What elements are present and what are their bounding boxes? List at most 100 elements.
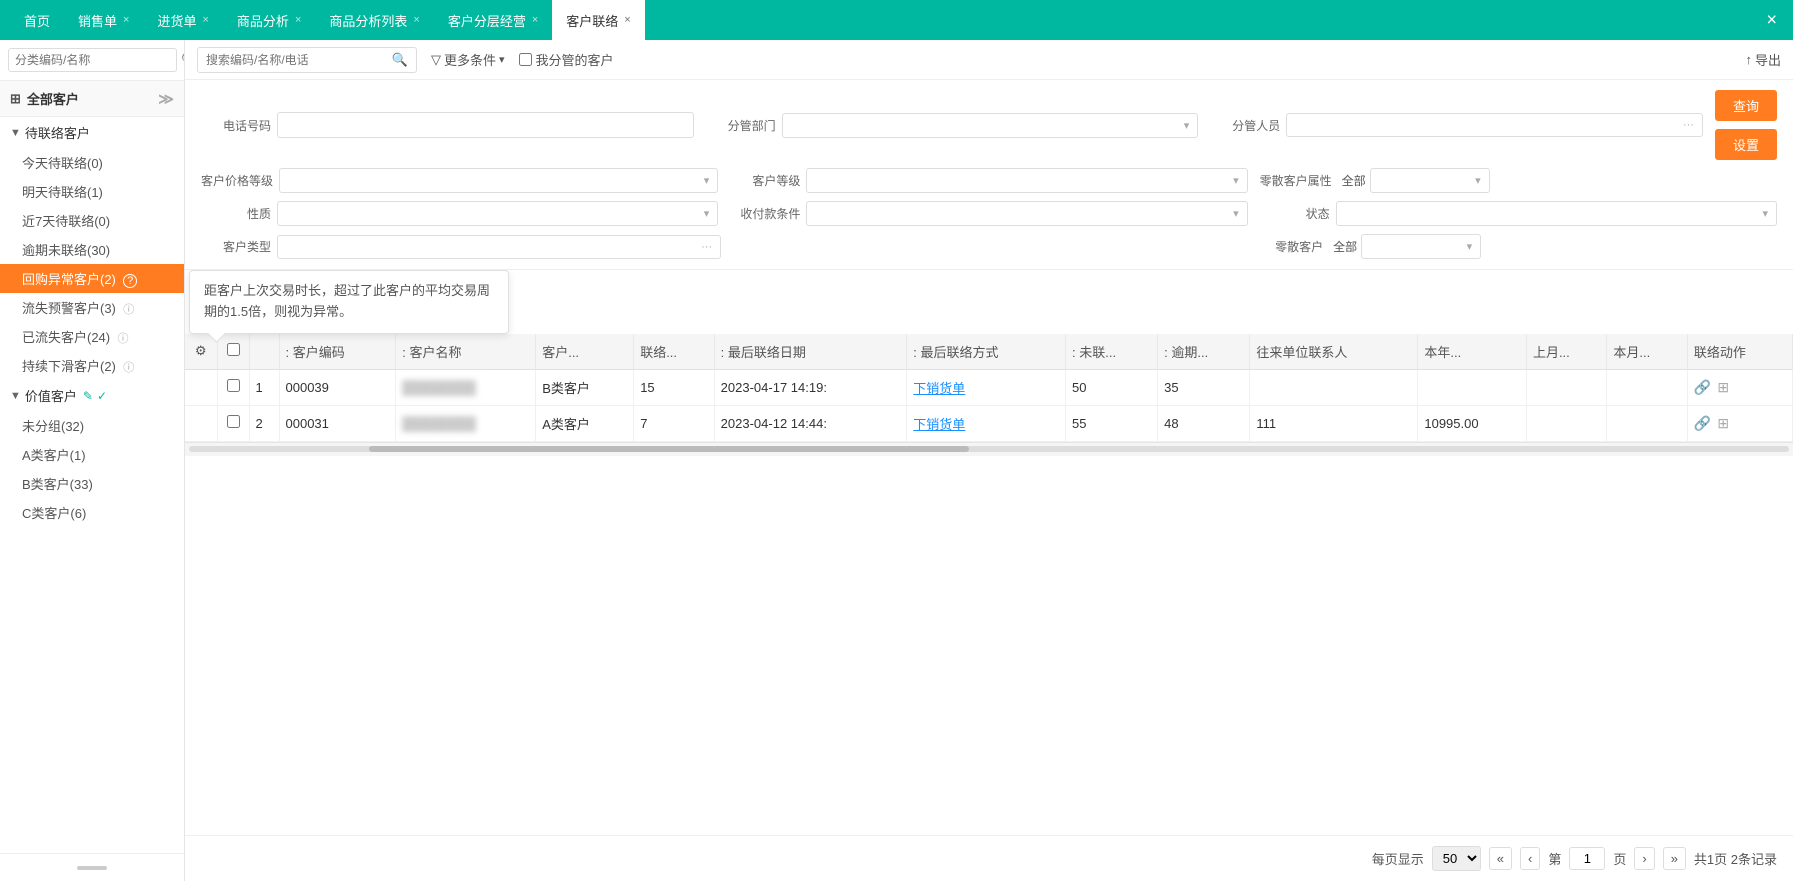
col-type[interactable]: 客户... <box>536 334 634 370</box>
select-all-checkbox[interactable] <box>227 343 240 356</box>
nav-sales[interactable]: 销售单 × <box>64 0 143 40</box>
nav-purchase[interactable]: 进货单 × <box>143 0 222 40</box>
value-group-edit-icon[interactable]: ✎ <box>83 389 93 403</box>
row1-last-method[interactable]: 下销货单 <box>907 369 1066 405</box>
resize-bar <box>77 866 107 870</box>
row2-index: 2 <box>249 405 279 441</box>
last-page-btn[interactable]: » <box>1663 847 1686 870</box>
close-window-icon[interactable]: × <box>1766 10 1777 31</box>
nav-customer-contact-close[interactable]: × <box>624 14 630 26</box>
next-page-btn[interactable]: › <box>1634 847 1654 870</box>
sidebar-item-ungroup[interactable]: 未分组(32) <box>0 411 184 440</box>
nav-product-analysis[interactable]: 商品分析 × <box>223 0 315 40</box>
sidebar-item-b-class[interactable]: B类客户(33) <box>0 469 184 498</box>
retail-customer-field: 零散客户 全部 ▾ <box>1253 234 1773 259</box>
gender-label: 性质 <box>201 205 271 222</box>
sidebar-search-input[interactable] <box>8 48 177 72</box>
row1-checkbox[interactable] <box>217 369 249 405</box>
retail-attr-select[interactable]: ▾ <box>1370 168 1490 193</box>
retail-attr-arrow: ▾ <box>1475 174 1481 187</box>
pagination: 每页显示 50 « ‹ 第 页 › » 共1页 2条记录 <box>185 835 1793 881</box>
manager-select[interactable]: ··· <box>1286 113 1703 137</box>
customer-type-select[interactable]: ··· <box>277 235 721 259</box>
page-input[interactable] <box>1569 847 1605 870</box>
scroll-thumb[interactable] <box>369 446 969 452</box>
nav-product-list-close[interactable]: × <box>413 14 419 26</box>
row2-grid-icon[interactable]: ⊞ <box>1717 415 1729 432</box>
nav-home[interactable]: 首页 <box>10 0 64 40</box>
toolbar-search-input[interactable] <box>206 53 392 67</box>
export-button[interactable]: ↑ 导出 <box>1745 50 1781 69</box>
nav-purchase-close[interactable]: × <box>202 14 208 26</box>
price-level-field: 客户价格等级 ▾ <box>201 168 718 193</box>
table-wrapper: 距客户上次交易时长，超过了此客户的平均交易周期的1.5倍，则视为异常。 ⚙ : … <box>185 270 1793 835</box>
row2-unreplied: 55 <box>1065 405 1157 441</box>
my-customer-checkbox-area[interactable]: 我分管的客户 <box>519 50 614 69</box>
row1-grid-icon[interactable]: ⊞ <box>1717 379 1729 396</box>
col-this-year[interactable]: 本年... <box>1418 334 1527 370</box>
row2-checkbox[interactable] <box>217 405 249 441</box>
sidebar-item-a-class[interactable]: A类客户(1) <box>0 440 184 469</box>
col-last-date[interactable]: : 最后联络日期 <box>714 334 907 370</box>
nav-product-list[interactable]: 商品分析列表 × <box>315 0 433 40</box>
prev-page-btn[interactable]: ‹ <box>1520 847 1540 870</box>
toolbar: 🔍 ▽ 更多条件 ▾ 我分管的客户 ↑ 导出 <box>185 40 1793 80</box>
sidebar-search-area: 🔍 <box>0 40 184 81</box>
sidebar-item-lost[interactable]: 已流失客户(24) ⓘ <box>0 322 184 351</box>
value-group-check-icon[interactable]: ✓ <box>97 389 107 403</box>
pending-group-header[interactable]: ▼ 待联络客户 <box>0 117 184 148</box>
col-name[interactable]: : 客户名称 <box>396 334 536 370</box>
dept-select[interactable]: ▾ <box>782 113 1199 138</box>
sidebar-collapse-icon[interactable]: ≫ <box>158 90 174 108</box>
col-contact-person[interactable]: 往来单位联系人 <box>1250 334 1418 370</box>
settings-button[interactable]: 设置 <box>1715 129 1777 160</box>
tooltip-box: 距客户上次交易时长，超过了此客户的平均交易周期的1.5倍，则视为异常。 <box>189 270 509 334</box>
toolbar-search-icon[interactable]: 🔍 <box>392 52 408 68</box>
customer-level-select[interactable]: ▾ <box>806 168 1247 193</box>
sidebar-item-overdue[interactable]: 逾期未联络(30) <box>0 235 184 264</box>
value-group-header[interactable]: ▼ 价值客户 ✎ ✓ <box>0 380 184 411</box>
page-label: 第 <box>1548 849 1561 868</box>
query-button[interactable]: 查询 <box>1715 90 1777 121</box>
col-overdue[interactable]: : 逾期... <box>1158 334 1250 370</box>
payment-select[interactable]: ▾ <box>806 201 1247 226</box>
sidebar-item-lost-warning[interactable]: 流失预警客户(3) ⓘ <box>0 293 184 322</box>
price-level-arrow: ▾ <box>704 174 710 187</box>
toolbar-search-box: 🔍 <box>197 47 417 73</box>
filter-row-1: 电话号码 分管部门 ▾ 分管人员 ··· <box>201 90 1777 160</box>
more-filters-button[interactable]: ▽ 更多条件 ▾ <box>425 46 511 73</box>
gender-select[interactable]: ▾ <box>277 201 718 226</box>
sidebar-item-7days[interactable]: 近7天待联络(0) <box>0 206 184 235</box>
nav-product-analysis-close[interactable]: × <box>295 14 301 26</box>
nav-sales-close[interactable]: × <box>123 14 129 26</box>
row2-link-icon[interactable]: 🔗 <box>1694 415 1711 432</box>
price-level-select[interactable]: ▾ <box>279 168 718 193</box>
row1-link-icon[interactable]: 🔗 <box>1694 379 1711 396</box>
my-customer-checkbox[interactable] <box>519 53 532 66</box>
nav-customer-segment[interactable]: 客户分层经营 × <box>434 0 552 40</box>
phone-input[interactable] <box>277 112 694 138</box>
sidebar-item-tomorrow[interactable]: 明天待联络(1) <box>0 177 184 206</box>
retail-customer-arrow: ▾ <box>1467 240 1473 253</box>
col-last-month[interactable]: 上月... <box>1526 334 1606 370</box>
col-this-month[interactable]: 本月... <box>1607 334 1687 370</box>
col-last-method[interactable]: : 最后联络方式 <box>907 334 1066 370</box>
row1-action: 🔗 ⊞ <box>1687 369 1792 405</box>
first-page-btn[interactable]: « <box>1489 847 1512 870</box>
top-nav: 首页 销售单 × 进货单 × 商品分析 × 商品分析列表 × 客户分层经营 × … <box>0 0 1793 40</box>
retail-customer-select[interactable]: ▾ <box>1361 234 1481 259</box>
sidebar-item-declining[interactable]: 持续下滑客户(2) ⓘ <box>0 351 184 380</box>
sidebar-item-c-class[interactable]: C类客户(6) <box>0 498 184 527</box>
sidebar-item-today[interactable]: 今天待联络(0) <box>0 148 184 177</box>
per-page-select[interactable]: 50 <box>1432 846 1481 871</box>
sidebar-item-repurchase-anomaly[interactable]: 回购异常客户(2) ? <box>0 264 184 293</box>
nav-customer-segment-close[interactable]: × <box>532 14 538 26</box>
manager-field: 分管人员 ··· <box>1210 113 1703 137</box>
col-contact[interactable]: 联络... <box>634 334 714 370</box>
horizontal-scrollbar[interactable] <box>185 442 1793 456</box>
col-unreplied[interactable]: : 未联... <box>1065 334 1157 370</box>
col-code[interactable]: : 客户编码 <box>279 334 396 370</box>
row2-last-method[interactable]: 下销货单 <box>907 405 1066 441</box>
nav-customer-contact[interactable]: 客户联络 × <box>552 0 644 40</box>
status-select[interactable]: ▾ <box>1336 201 1777 226</box>
